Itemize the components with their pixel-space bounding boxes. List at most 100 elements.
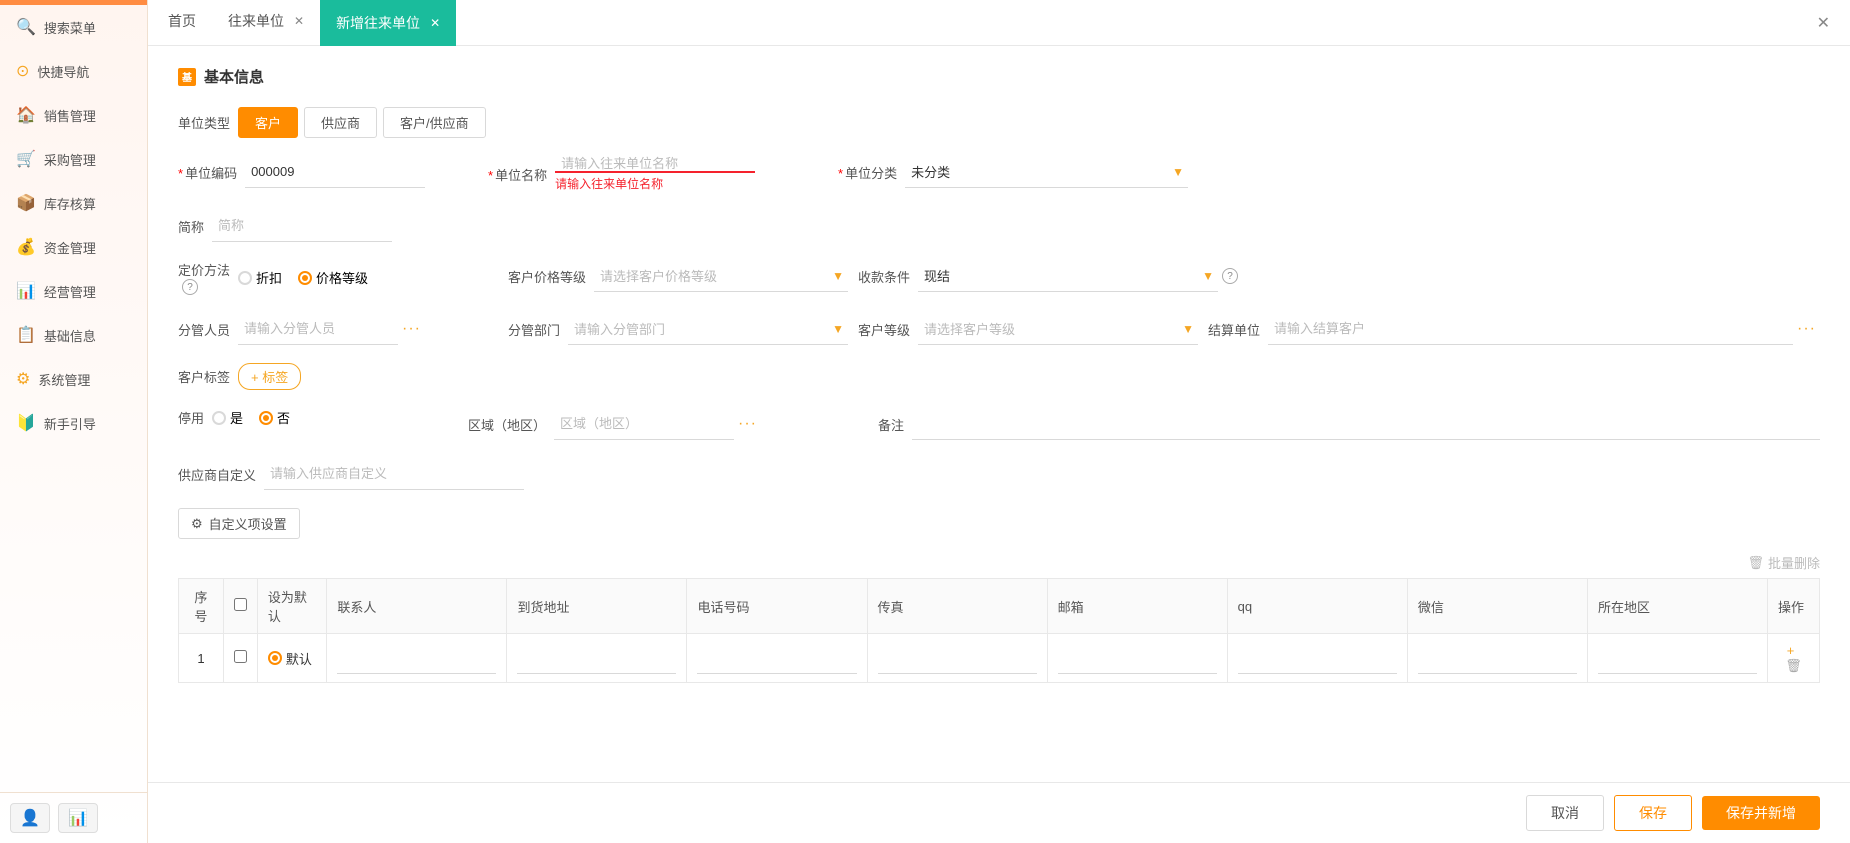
cell-checkbox [223, 634, 257, 683]
settlement-input[interactable] [1268, 313, 1793, 345]
cancel-button[interactable]: 取消 [1526, 795, 1604, 831]
unit-name-input[interactable] [555, 156, 755, 173]
abbr-row: 简称 [178, 210, 1820, 242]
cell-qq[interactable] [1227, 634, 1407, 683]
sidebar-item-sales[interactable]: 🏠 销售管理 [0, 93, 147, 137]
type-btn-customer[interactable]: 客户 [238, 107, 298, 138]
add-tag-button[interactable]: + 标签 [238, 363, 301, 390]
disabled-radio-yes[interactable]: 是 [212, 408, 243, 427]
customer-price-level-label: 客户价格等级 [508, 267, 586, 286]
cell-default: 默认 [257, 634, 327, 683]
payment-terms-question[interactable]: ? [1222, 268, 1238, 284]
row-checkbox[interactable] [234, 650, 247, 663]
close-partners-tab[interactable]: ✕ [294, 14, 304, 28]
cell-contact[interactable] [327, 634, 507, 683]
unit-name-wrapper: 请输入往来单位名称 [555, 156, 828, 192]
phone-input[interactable] [697, 642, 856, 674]
cell-phone[interactable] [687, 634, 867, 683]
region-input[interactable] [554, 408, 734, 440]
th-wechat: 微信 [1407, 579, 1587, 634]
address-input[interactable] [517, 642, 676, 674]
customer-tag-field: 客户标签 + 标签 [178, 363, 1820, 390]
region-ellipsis[interactable]: ··· [734, 415, 761, 433]
type-btn-supplier[interactable]: 供应商 [304, 107, 377, 138]
dept-field: 分管部门 请输入分管部门 ▼ [508, 313, 848, 345]
sidebar-item-guide[interactable]: 🔰 新手引导 [0, 401, 147, 445]
wechat-input[interactable] [1418, 642, 1577, 674]
supplier-custom-row: 供应商自定义 [178, 458, 1820, 490]
cell-region[interactable] [1587, 634, 1767, 683]
default-radio[interactable]: 默认 [268, 649, 317, 668]
cell-email[interactable] [1047, 634, 1227, 683]
select-all-checkbox[interactable] [234, 598, 247, 611]
manager-input[interactable] [238, 313, 398, 345]
customer-level-field: 客户等级 请选择客户等级 ▼ [858, 313, 1198, 345]
contact-input[interactable] [337, 642, 496, 674]
unit-type-buttons: 客户 供应商 客户/供应商 [238, 107, 486, 138]
tab-partners[interactable]: 往来单位 ✕ [212, 0, 320, 46]
tab-new-partner[interactable]: 新增往来单位 ✕ [320, 0, 456, 46]
bottom-bar: 取消 保存 保存并新增 [148, 782, 1850, 843]
manager-field: 分管人员 ··· [178, 313, 498, 345]
abbr-input[interactable] [212, 210, 392, 242]
sidebar-item-system[interactable]: ⚙ 系统管理 [0, 357, 147, 401]
th-default: 设为默认 [257, 579, 327, 634]
sidebar-item-label: 基础信息 [44, 326, 96, 345]
remark-label: 备注 [878, 415, 904, 434]
pricing-question-icon[interactable]: ? [182, 279, 198, 295]
payment-terms-select[interactable]: 现结 ▼ [918, 260, 1218, 292]
add-row-btn[interactable]: + [1787, 643, 1795, 658]
qq-input[interactable] [1238, 642, 1397, 674]
delete-row-btn[interactable]: 🗑 [1785, 658, 1802, 673]
sidebar-footer: 👤 📊 [0, 792, 147, 843]
custom-settings-button[interactable]: ⚙ 自定义项设置 [178, 508, 300, 539]
sidebar-btn-1[interactable]: 👤 [10, 803, 50, 833]
customer-price-level-select[interactable]: 请选择客户价格等级 ▼ [594, 260, 848, 292]
cell-fax[interactable] [867, 634, 1047, 683]
email-input[interactable] [1058, 642, 1217, 674]
disabled-radio-group: 是 否 [212, 408, 290, 427]
unit-code-input[interactable] [245, 156, 425, 188]
sidebar-item-quicknav[interactable]: ⊙ 快捷导航 [0, 49, 147, 93]
finance-icon: 💰 [16, 237, 36, 257]
unit-category-select[interactable]: 未分类 ▼ [905, 156, 1188, 188]
pricing-radio-group: 折扣 价格等级 [238, 268, 368, 287]
manager-ellipsis[interactable]: ··· [398, 320, 425, 338]
sidebar-item-label: 系统管理 [38, 370, 90, 389]
dept-label: 分管部门 [508, 320, 560, 339]
dept-select[interactable]: 请输入分管部门 ▼ [568, 313, 848, 345]
sidebar-item-basic-info[interactable]: 📋 基础信息 [0, 313, 147, 357]
sidebar-item-operations[interactable]: 📊 经营管理 [0, 269, 147, 313]
fax-input[interactable] [878, 642, 1037, 674]
sidebar-item-inventory[interactable]: 📦 库存核算 [0, 181, 147, 225]
region-field: 区域（地区） ··· [468, 408, 868, 440]
remark-input[interactable] [912, 408, 1820, 440]
pricing-radio-discount[interactable]: 折扣 [238, 268, 282, 287]
unit-category-field: *单位分类 未分类 ▼ [838, 156, 1188, 188]
type-btn-both[interactable]: 客户/供应商 [383, 107, 486, 138]
customer-level-select[interactable]: 请选择客户等级 ▼ [918, 313, 1198, 345]
supplier-custom-input[interactable] [264, 458, 524, 490]
batch-delete-label[interactable]: 批量删除 [1768, 553, 1820, 572]
level-radio-circle [298, 271, 312, 285]
sidebar-btn-2[interactable]: 📊 [58, 803, 98, 833]
tab-home[interactable]: 首页 [152, 0, 212, 46]
unit-type-row: 单位类型 客户 供应商 客户/供应商 [178, 107, 1820, 138]
close-new-partner-tab[interactable]: ✕ [430, 16, 440, 30]
region-label: 区域（地区） [468, 415, 546, 434]
region-row-input[interactable] [1598, 642, 1757, 674]
save-button[interactable]: 保存 [1614, 795, 1692, 831]
th-qq: qq [1227, 579, 1407, 634]
sidebar-item-search[interactable]: 🔍 搜索菜单 [0, 5, 147, 49]
sidebar-item-purchase[interactable]: 🛒 采购管理 [0, 137, 147, 181]
save-and-new-button[interactable]: 保存并新增 [1702, 796, 1820, 830]
sidebar-item-finance[interactable]: 💰 资金管理 [0, 225, 147, 269]
cell-wechat[interactable] [1407, 634, 1587, 683]
pricing-radio-level[interactable]: 价格等级 [298, 268, 368, 287]
batch-delete-area: 🗑 批量删除 [178, 553, 1820, 572]
unit-name-error: 请输入往来单位名称 [555, 175, 828, 192]
disabled-radio-no[interactable]: 否 [259, 408, 290, 427]
close-all-tabs[interactable]: ✕ [1801, 13, 1846, 33]
cell-address[interactable] [507, 634, 687, 683]
settlement-ellipsis[interactable]: ··· [1793, 320, 1820, 338]
